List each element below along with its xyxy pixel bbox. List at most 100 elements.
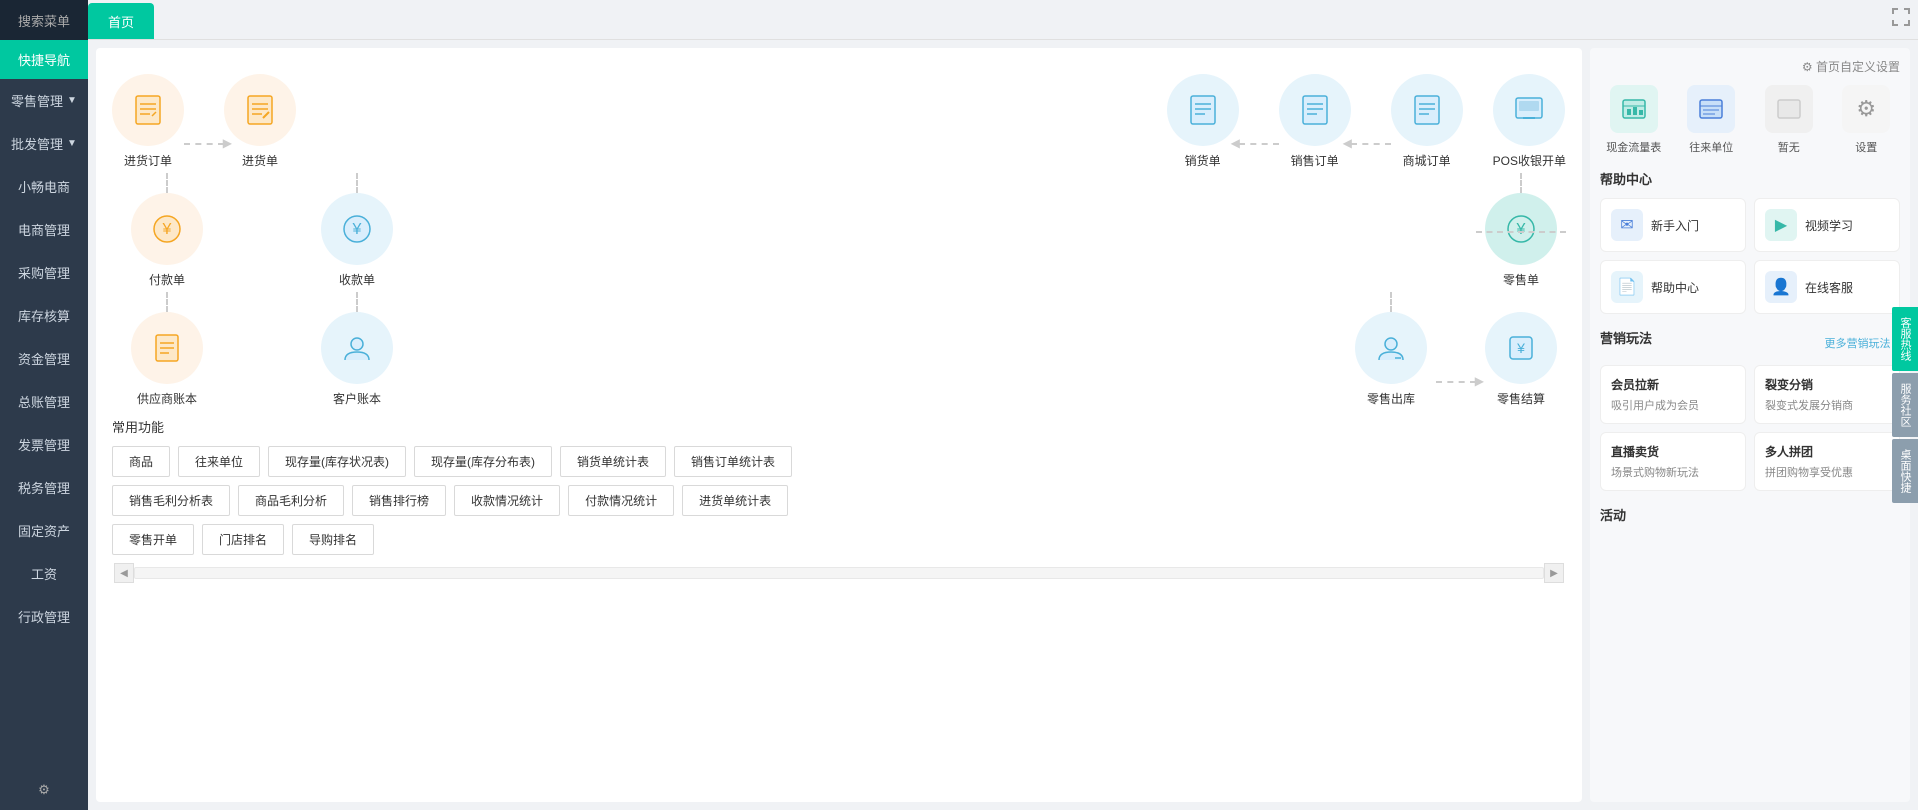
func-btn-store-ranking[interactable]: 门店排名	[202, 524, 284, 555]
func-btn-sales-ranking[interactable]: 销售排行榜	[352, 485, 446, 516]
fullscreen-icon[interactable]	[1892, 8, 1910, 29]
supplier-account-icon	[131, 312, 203, 384]
purchase-label: 进货单	[242, 152, 278, 169]
sidebar-item-fixedasset[interactable]: 固定资产	[0, 509, 88, 552]
help-item-beginner[interactable]: ✉ 新手入门	[1600, 198, 1746, 252]
func-row-2: 销售毛利分析表 商品毛利分析 销售排行榜 收款情况统计 付款情况统计 进货单统计…	[112, 485, 1566, 516]
func-btn-goods[interactable]: 商品	[112, 446, 170, 477]
help-item-chat[interactable]: 👤 在线客服	[1754, 260, 1900, 314]
float-btn-community[interactable]: 服务社区	[1892, 373, 1918, 437]
sidebar-item-admin[interactable]: 行政管理	[0, 595, 88, 638]
flow-node-mall-order[interactable]: 商城订单	[1391, 74, 1463, 169]
purchase-order-label: 进货订单	[124, 152, 172, 169]
marketing-group-desc: 拼团购物享受优惠	[1765, 464, 1889, 480]
func-btn-sales-margin[interactable]: 销售毛利分析表	[112, 485, 230, 516]
sales-label: 销货单	[1185, 152, 1221, 169]
func-btn-partners[interactable]: 往来单位	[178, 446, 260, 477]
marketing-member[interactable]: 会员拉新 吸引用户成为会员	[1600, 365, 1746, 424]
sidebar-item-invoice[interactable]: 发票管理	[0, 423, 88, 466]
marketing-live-title: 直播卖货	[1611, 443, 1735, 460]
float-btn-desktop[interactable]: 桌面快捷	[1892, 439, 1918, 503]
flow-diagram: 进货订单 ▶	[112, 64, 1566, 417]
sidebar-settings[interactable]: ⚙	[0, 770, 88, 810]
payment-icon: ¥	[131, 193, 203, 265]
func-btn-stock-status[interactable]: 现存量(库存状况表)	[268, 446, 406, 477]
marketing-member-title: 会员拉新	[1611, 376, 1735, 393]
cashflow-icon	[1610, 85, 1658, 133]
content-area: 进货订单 ▶	[88, 40, 1918, 810]
chevron-icon: ▼	[67, 95, 77, 106]
retail-out-label: 零售出库	[1367, 390, 1415, 407]
quick-icon-partners[interactable]: 往来单位	[1678, 85, 1746, 155]
sidebar-item-ledger[interactable]: 总账管理	[0, 380, 88, 423]
pos-label: POS收银开单	[1493, 152, 1566, 169]
func-btn-guide-ranking[interactable]: 导购排名	[292, 524, 374, 555]
func-btn-sales-stats[interactable]: 销货单统计表	[560, 446, 666, 477]
flow-node-sales[interactable]: 销货单	[1167, 74, 1239, 169]
sidebar-item-purchase[interactable]: 采购管理	[0, 251, 88, 294]
marketing-group[interactable]: 多人拼团 拼团购物享受优惠	[1754, 432, 1900, 491]
marketing-fission-desc: 裂变式发展分销商	[1765, 397, 1889, 413]
sales-order-icon	[1279, 74, 1351, 146]
video-label: 视频学习	[1805, 217, 1853, 234]
func-btn-purchase-stats[interactable]: 进货单统计表	[682, 485, 788, 516]
sidebar-item-label: 固定资产	[18, 521, 70, 540]
func-btn-sales-order-stats[interactable]: 销售订单统计表	[674, 446, 792, 477]
sidebar-item-wholesale[interactable]: 批发管理 ▼	[0, 122, 88, 165]
quick-icons: 现金流量表 往来单位	[1600, 85, 1900, 155]
scroll-left-btn[interactable]: ◀	[114, 563, 134, 583]
chevron-icon: ▼	[67, 138, 77, 149]
partners-icon	[1687, 85, 1735, 133]
marketing-live[interactable]: 直播卖货 场景式购物新玩法	[1600, 432, 1746, 491]
sidebar-item-ecom-mgmt[interactable]: 电商管理	[0, 208, 88, 251]
sidebar-item-finance[interactable]: 资金管理	[0, 337, 88, 380]
func-btn-stock-dist[interactable]: 现存量(库存分布表)	[414, 446, 552, 477]
marketing-fission[interactable]: 裂变分销 裂变式发展分销商	[1754, 365, 1900, 424]
sidebar-item-retail[interactable]: 零售管理 ▼	[0, 79, 88, 122]
customize-link[interactable]: ⚙ 首页自定义设置	[1600, 58, 1900, 75]
chat-icon: 👤	[1765, 271, 1797, 303]
sidebar-nav-item-quicknav[interactable]: 快捷导航	[0, 40, 88, 79]
common-functions: 常用功能 商品 往来单位 现存量(库存状况表) 现存量(库存分布表) 销货单统计…	[112, 417, 1566, 555]
payment-label: 付款单	[149, 271, 185, 288]
help-item-video[interactable]: ▶ 视频学习	[1754, 198, 1900, 252]
marketing-section: 营销玩法 更多营销玩法 > 会员拉新 吸引用户成为会员 裂变分销 裂变式发展分销…	[1600, 328, 1900, 491]
sidebar-item-label: 工资	[31, 564, 57, 583]
quick-icon-cashflow[interactable]: 现金流量表	[1600, 85, 1668, 155]
flow-node-purchase[interactable]: 进货单	[224, 74, 296, 169]
sidebar-item-tax[interactable]: 税务管理	[0, 466, 88, 509]
sidebar-item-label: 批发管理	[11, 134, 63, 153]
quick-icon-none[interactable]: 暂无	[1755, 85, 1823, 155]
sidebar-item-label: 采购管理	[18, 263, 70, 282]
mall-order-label: 商城订单	[1403, 152, 1451, 169]
tab-home[interactable]: 首页	[88, 3, 154, 39]
flow-node-pos[interactable]: POS收银开单	[1493, 74, 1566, 169]
sidebar-item-label: 总账管理	[18, 392, 70, 411]
svg-text:¥: ¥	[162, 221, 172, 238]
none-icon	[1765, 85, 1813, 133]
scroll-track[interactable]	[134, 567, 1544, 579]
func-btn-retail-order[interactable]: 零售开单	[112, 524, 194, 555]
flow-node-purchase-order[interactable]: 进货订单	[112, 74, 184, 169]
sidebar-item-inventory[interactable]: 库存核算	[0, 294, 88, 337]
quick-icon-settings[interactable]: ⚙ 设置	[1833, 85, 1901, 155]
help-item-helpcenter[interactable]: 📄 帮助中心	[1600, 260, 1746, 314]
svg-text:¥: ¥	[1516, 221, 1526, 238]
mall-order-icon	[1391, 74, 1463, 146]
sidebar-item-ecom-small[interactable]: 小畅电商	[0, 165, 88, 208]
more-marketing-link[interactable]: 更多营销玩法 >	[1825, 335, 1900, 351]
func-btn-payment-stats[interactable]: 付款情况统计	[568, 485, 674, 516]
scroll-right-btn[interactable]: ▶	[1544, 563, 1564, 583]
retail-out-icon	[1355, 312, 1427, 384]
quick-icon-partners-label: 往来单位	[1689, 139, 1733, 155]
sidebar-item-label: 税务管理	[18, 478, 70, 497]
func-btn-receipt-stats[interactable]: 收款情况统计	[454, 485, 560, 516]
float-btn-service[interactable]: 客服热线	[1892, 307, 1918, 371]
sidebar-item-salary[interactable]: 工资	[0, 552, 88, 595]
func-btn-goods-margin[interactable]: 商品毛利分析	[238, 485, 344, 516]
marketing-fission-title: 裂变分销	[1765, 376, 1889, 393]
flow-node-sales-order[interactable]: 销售订单	[1279, 74, 1351, 169]
marketing-group-title: 多人拼团	[1765, 443, 1889, 460]
retail-settle-label: 零售结算	[1497, 390, 1545, 407]
sidebar-search[interactable]: 搜索菜单	[0, 0, 88, 40]
